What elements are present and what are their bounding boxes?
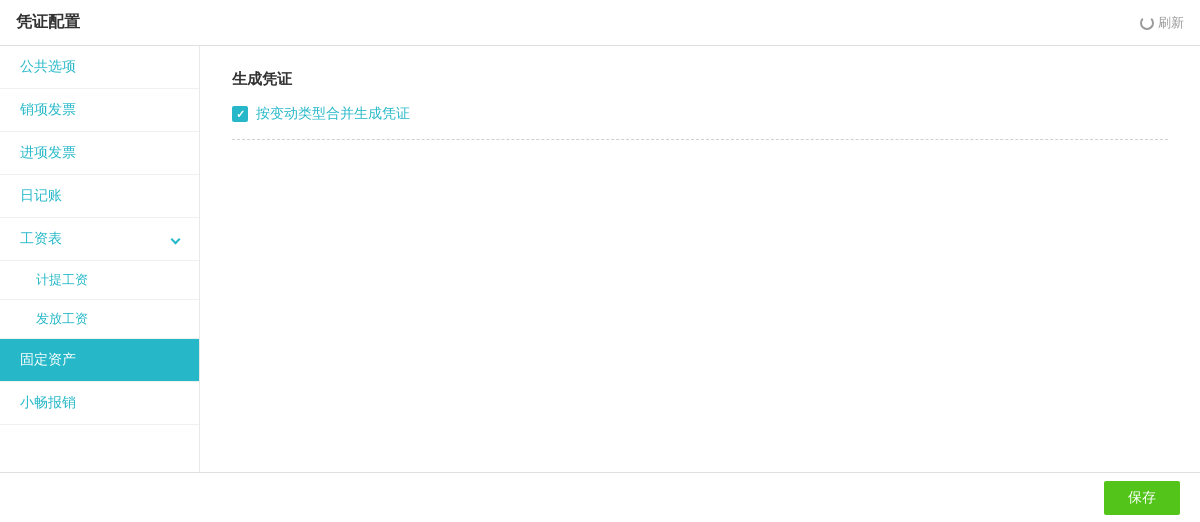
sidebar-item-label: 发放工资 bbox=[36, 311, 88, 326]
sidebar-item-expense-report[interactable]: 小畅报销 bbox=[0, 382, 199, 425]
sidebar-item-label: 固定资产 bbox=[20, 351, 76, 369]
save-button[interactable]: 保存 bbox=[1104, 481, 1180, 515]
page-wrapper: 凭证配置 刷新 公共选项 销项发票 进项发票 日记账 工资表 bbox=[0, 0, 1200, 522]
body: 公共选项 销项发票 进项发票 日记账 工资表 计提工资 发放工资 固定资产 bbox=[0, 46, 1200, 472]
sidebar-item-label: 销项发票 bbox=[20, 101, 76, 119]
sidebar-item-sales-invoice[interactable]: 销项发票 bbox=[0, 89, 199, 132]
sidebar-item-pay-salary[interactable]: 发放工资 bbox=[0, 300, 199, 339]
sidebar-item-label: 日记账 bbox=[20, 187, 62, 205]
sidebar-item-label: 进项发票 bbox=[20, 144, 76, 162]
sidebar-item-purchase-invoice[interactable]: 进项发票 bbox=[0, 132, 199, 175]
sidebar-item-label: 小畅报销 bbox=[20, 394, 76, 412]
sidebar-item-accrual-salary[interactable]: 计提工资 bbox=[0, 261, 199, 300]
footer: 保存 bbox=[0, 472, 1200, 522]
refresh-button[interactable]: 刷新 bbox=[1140, 14, 1184, 32]
sidebar-item-label: 公共选项 bbox=[20, 58, 76, 76]
page-title: 凭证配置 bbox=[16, 12, 80, 33]
refresh-label: 刷新 bbox=[1158, 14, 1184, 32]
header: 凭证配置 刷新 bbox=[0, 0, 1200, 46]
sidebar-item-label: 计提工资 bbox=[36, 272, 88, 287]
sidebar-item-journal[interactable]: 日记账 bbox=[0, 175, 199, 218]
section-title: 生成凭证 bbox=[232, 70, 1168, 89]
section-divider bbox=[232, 139, 1168, 140]
sidebar-item-label: 工资表 bbox=[20, 230, 62, 248]
checkmark-icon: ✓ bbox=[236, 108, 245, 121]
sidebar-item-payroll[interactable]: 工资表 bbox=[0, 218, 199, 261]
chevron-down-icon bbox=[171, 234, 181, 244]
checkbox-label[interactable]: 按变动类型合并生成凭证 bbox=[256, 105, 410, 123]
sidebar-item-fixed-assets[interactable]: 固定资产 bbox=[0, 339, 199, 382]
merge-by-type-checkbox[interactable]: ✓ bbox=[232, 106, 248, 122]
main-content: 生成凭证 ✓ 按变动类型合并生成凭证 bbox=[200, 46, 1200, 472]
sidebar-item-public-options[interactable]: 公共选项 bbox=[0, 46, 199, 89]
sidebar: 公共选项 销项发票 进项发票 日记账 工资表 计提工资 发放工资 固定资产 bbox=[0, 46, 200, 472]
refresh-icon bbox=[1140, 16, 1154, 30]
checkbox-row: ✓ 按变动类型合并生成凭证 bbox=[232, 105, 1168, 123]
